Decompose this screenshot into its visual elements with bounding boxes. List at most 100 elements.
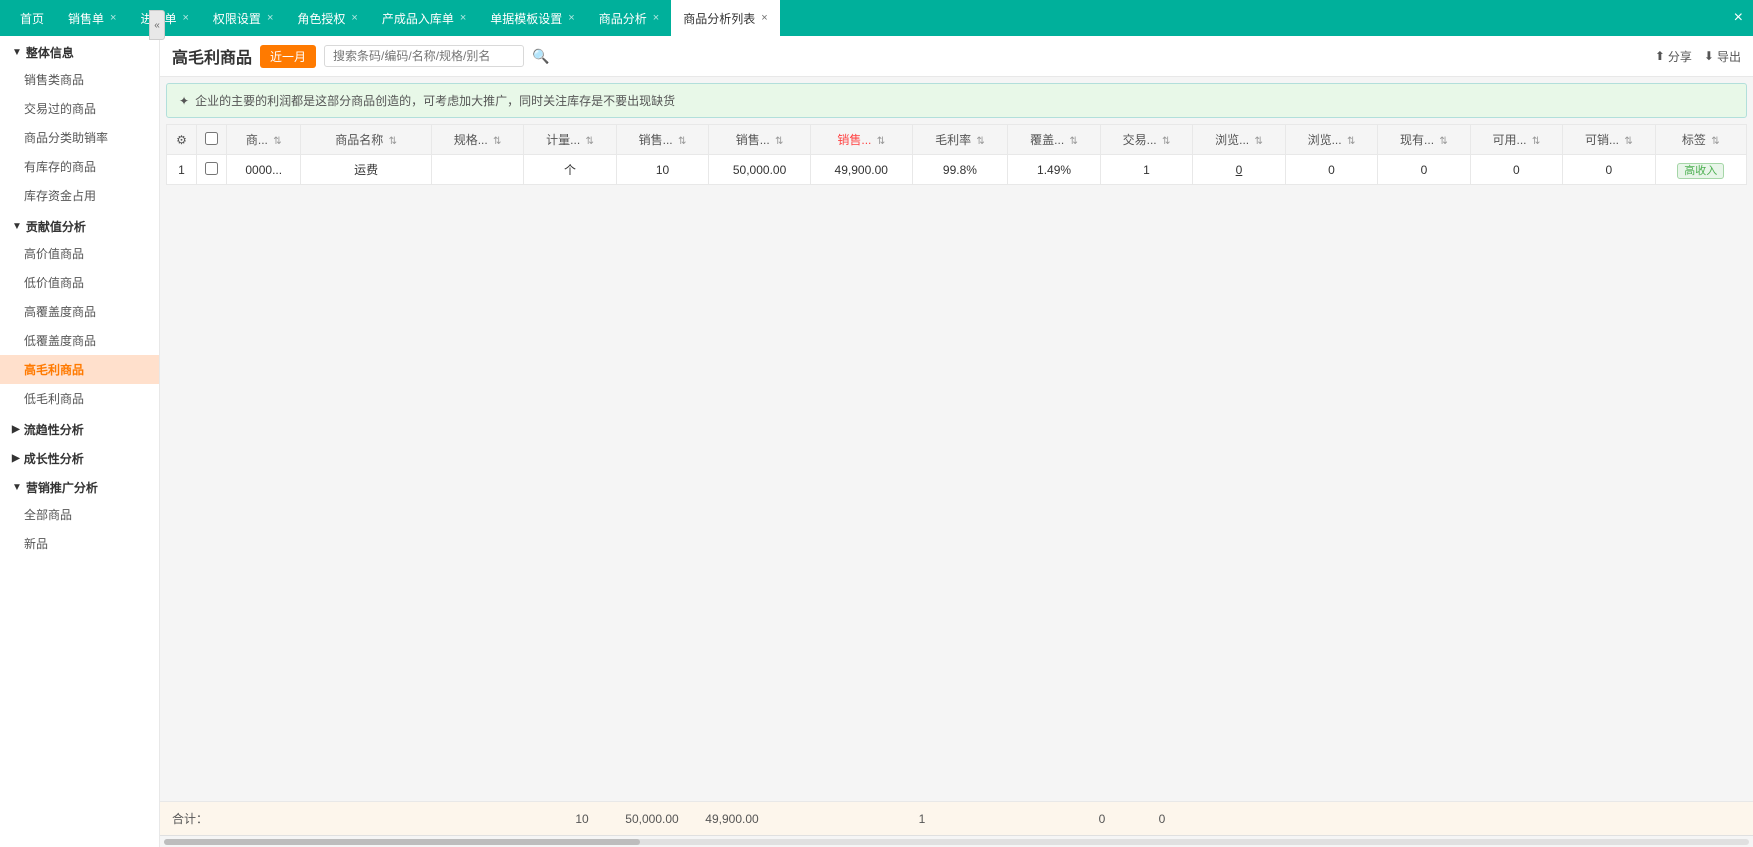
sidebar-group-contribution[interactable]: ▼ 贡献值分析 — [0, 210, 159, 239]
row-select-checkbox[interactable] — [205, 162, 218, 175]
sidebar: ▼ 整体信息 销售类商品 交易过的商品 商品分类助销率 有库存的商品 库存资金占… — [0, 36, 160, 847]
col-transaction[interactable]: 交易... ⇅ — [1100, 125, 1192, 155]
table-row: 1 0000... 运费 — [167, 155, 1747, 185]
nav-sales-order[interactable]: 销售单 × — [56, 0, 128, 36]
top-navigation: 首页 销售单 × 进货单 × 权限设置 × 角色授权 × 产成品入库单 × 单据… — [0, 0, 1753, 36]
sort-icon: ⇅ — [389, 136, 397, 147]
share-button[interactable]: ⬆ 分享 — [1655, 48, 1692, 65]
sidebar-collapse-button[interactable]: « — [149, 10, 165, 40]
sidebar-item-high-margin[interactable]: 高毛利商品 — [0, 355, 159, 384]
sidebar-group-growth[interactable]: ▶ 成长性分析 — [0, 442, 159, 471]
sidebar-item-low-value[interactable]: 低价值商品 — [0, 268, 159, 297]
scrollbar-thumb[interactable] — [164, 839, 640, 845]
row-checkbox[interactable] — [197, 155, 227, 185]
sidebar-item-in-stock-goods[interactable]: 有库存的商品 — [0, 152, 159, 181]
sort-icon: ⇅ — [493, 136, 501, 147]
close-icon[interactable]: × — [351, 12, 357, 24]
col-tag[interactable]: 标签 ⇅ — [1655, 125, 1746, 155]
col-unit[interactable]: 计量... ⇅ — [524, 125, 616, 155]
close-icon[interactable]: × — [568, 12, 574, 24]
col-settings[interactable]: ⚙ — [167, 125, 197, 155]
col-sellable-stock[interactable]: 可销... ⇅ — [1563, 125, 1655, 155]
nav-permission-settings[interactable]: 权限设置 × — [201, 0, 285, 36]
row-sales-amt: 50,000.00 — [709, 155, 811, 185]
sort-icon: ⇅ — [1532, 136, 1540, 147]
info-icon: ✦ — [179, 94, 189, 108]
total-current-stock: 0 — [1072, 812, 1132, 826]
nav-home[interactable]: 首页 — [8, 0, 56, 36]
row-browse2: 0 — [1285, 155, 1377, 185]
search-input[interactable] — [324, 45, 524, 67]
horizontal-scrollbar[interactable] — [160, 835, 1753, 847]
row-coverage: 1.49% — [1008, 155, 1100, 185]
main-layout: ▼ 整体信息 销售类商品 交易过的商品 商品分类助销率 有库存的商品 库存资金占… — [0, 36, 1753, 847]
close-icon[interactable]: × — [761, 12, 767, 24]
select-all-checkbox[interactable] — [205, 132, 218, 145]
sidebar-group-overall[interactable]: ▼ 整体信息 — [0, 36, 159, 65]
col-sales-qty[interactable]: 销售... ⇅ — [616, 125, 708, 155]
sidebar-item-high-coverage[interactable]: 高覆盖度商品 — [0, 297, 159, 326]
close-icon[interactable]: × — [182, 12, 188, 24]
sidebar-item-category-assist[interactable]: 商品分类助销率 — [0, 123, 159, 152]
export-button[interactable]: ⬇ 导出 — [1704, 48, 1741, 65]
sidebar-item-stock-capital[interactable]: 库存资金占用 — [0, 181, 159, 210]
col-gross-margin[interactable]: 毛利率 ⇅ — [912, 125, 1008, 155]
search-button[interactable]: 🔍 — [532, 48, 549, 65]
col-sales-cost[interactable]: 销售... ⇅ — [810, 125, 912, 155]
sidebar-item-low-coverage[interactable]: 低覆盖度商品 — [0, 326, 159, 355]
nav-template-settings[interactable]: 单据模板设置 × — [478, 0, 586, 36]
col-code[interactable]: 商... ⇅ — [227, 125, 301, 155]
sidebar-item-traded-goods[interactable]: 交易过的商品 — [0, 94, 159, 123]
row-transaction: 1 — [1100, 155, 1192, 185]
row-sellable-stock: 0 — [1563, 155, 1655, 185]
filter-period-button[interactable]: 近一月 — [260, 45, 316, 68]
close-icon[interactable]: × — [110, 12, 116, 24]
row-spec — [431, 155, 523, 185]
close-all-tabs-button[interactable]: × — [1734, 9, 1743, 27]
sort-icon: ⇅ — [1347, 136, 1355, 147]
sort-icon: ⇅ — [877, 136, 885, 147]
close-icon[interactable]: × — [460, 12, 466, 24]
sort-icon: ⇅ — [1439, 136, 1447, 147]
sort-icon: ⇅ — [976, 136, 984, 147]
total-transaction: 1 — [892, 812, 952, 826]
page-title: 高毛利商品 — [172, 44, 252, 68]
col-browse1[interactable]: 浏览... ⇅ — [1193, 125, 1285, 155]
col-browse2[interactable]: 浏览... ⇅ — [1285, 125, 1377, 155]
sort-icon: ⇅ — [1711, 136, 1719, 147]
nav-product-analysis-list[interactable]: 商品分析列表 × — [671, 0, 779, 36]
total-sales-amt: 50,000.00 — [612, 812, 692, 826]
row-gross-margin: 99.8% — [912, 155, 1008, 185]
row-sales-cost: 49,900.00 — [810, 155, 912, 185]
sort-icon: ⇅ — [775, 136, 783, 147]
col-current-stock[interactable]: 现有... ⇅ — [1378, 125, 1470, 155]
sidebar-item-high-value[interactable]: 高价值商品 — [0, 239, 159, 268]
col-checkbox[interactable] — [197, 125, 227, 155]
sidebar-item-new-goods[interactable]: 新品 — [0, 529, 159, 558]
sidebar-group-marketing[interactable]: ▼ 营销推广分析 — [0, 471, 159, 500]
table-wrapper[interactable]: ⚙ 商... ⇅ 商品名称 ⇅ — [160, 124, 1753, 801]
col-spec[interactable]: 规格... ⇅ — [431, 125, 523, 155]
col-sales-amt[interactable]: 销售... ⇅ — [709, 125, 811, 155]
sidebar-item-all-goods[interactable]: 全部商品 — [0, 500, 159, 529]
sidebar-item-sales-goods[interactable]: 销售类商品 — [0, 65, 159, 94]
close-icon[interactable]: × — [653, 12, 659, 24]
row-current-stock: 0 — [1378, 155, 1470, 185]
sort-icon: ⇅ — [1070, 136, 1078, 147]
sidebar-group-trend[interactable]: ▶ 流趋性分析 — [0, 413, 159, 442]
nav-product-analysis[interactable]: 商品分析 × — [587, 0, 671, 36]
row-tag: 高收入 — [1655, 155, 1746, 185]
sidebar-item-low-margin[interactable]: 低毛利商品 — [0, 384, 159, 413]
header-actions: ⬆ 分享 ⬇ 导出 — [1655, 48, 1741, 65]
row-browse1[interactable]: 0 — [1193, 155, 1285, 185]
scrollbar-track[interactable] — [164, 839, 1749, 845]
close-icon[interactable]: × — [267, 12, 273, 24]
nav-role-auth[interactable]: 角色授权 × — [285, 0, 369, 36]
col-available-stock[interactable]: 可用... ⇅ — [1470, 125, 1562, 155]
chevron-down-icon: ▼ — [12, 221, 22, 232]
sort-icon: ⇅ — [1624, 136, 1632, 147]
nav-finished-goods[interactable]: 产成品入库单 × — [370, 0, 478, 36]
col-name[interactable]: 商品名称 ⇅ — [301, 125, 431, 155]
col-coverage[interactable]: 覆盖... ⇅ — [1008, 125, 1100, 155]
row-available-stock: 0 — [1470, 155, 1562, 185]
